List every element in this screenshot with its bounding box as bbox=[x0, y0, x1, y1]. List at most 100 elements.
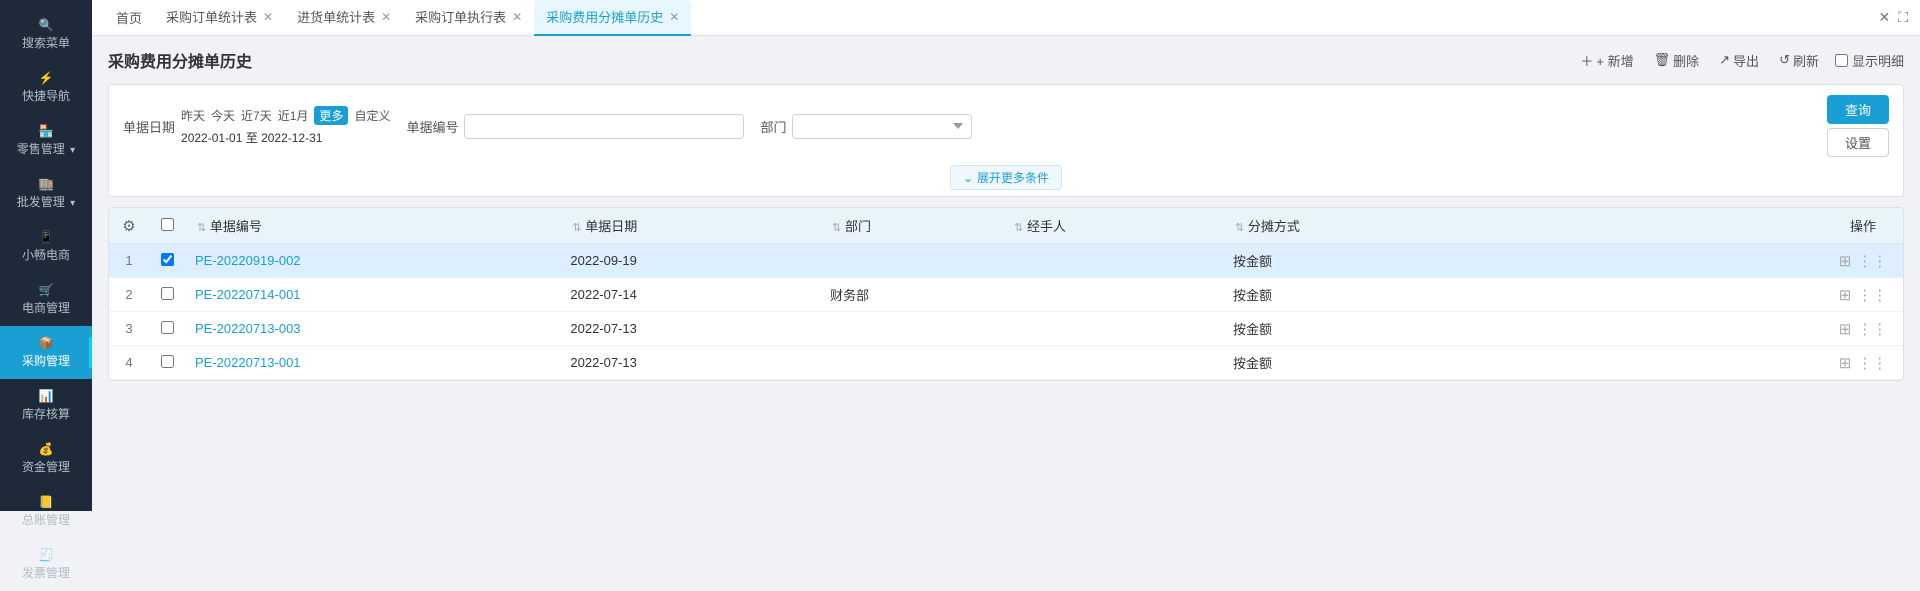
table-header-gear: ⚙ bbox=[109, 208, 149, 244]
date-yesterday[interactable]: 昨天 bbox=[181, 107, 205, 124]
tab-close-icon[interactable]: ✕ bbox=[669, 11, 679, 23]
table-header-row: ⚙ ⇅ 单据编号 ⇅ 单据日期 bbox=[109, 208, 1903, 244]
sidebar-item-finance[interactable]: 💰 资金管理 bbox=[0, 432, 92, 485]
row-split-method: 按金额 bbox=[1223, 244, 1823, 278]
gear-icon[interactable]: ⚙ bbox=[122, 218, 135, 235]
sidebar-item-ledger[interactable]: 📒 总账管理 bbox=[0, 485, 92, 538]
retail-icon: 🏪 bbox=[4, 124, 88, 138]
sidebar-item-inventory[interactable]: 📊 库存核算 bbox=[0, 379, 92, 432]
row-doc-no: PE-20220919-002 bbox=[185, 244, 560, 278]
tab-purchase-fee-split[interactable]: 采购费用分摊单历史 ✕ bbox=[534, 0, 691, 36]
inventory-icon: 📊 bbox=[4, 389, 88, 403]
sidebar-item-retail[interactable]: 🏪 零售管理 ▾ bbox=[0, 114, 92, 167]
search-button[interactable]: 查询 bbox=[1827, 95, 1889, 124]
tab-inbound-stats[interactable]: 进货单统计表 ✕ bbox=[285, 0, 403, 36]
search-row: 单据日期 昨天 今天 近7天 近1月 更多 自定义 2022-01-01 至 2… bbox=[123, 95, 1889, 157]
tab-purchase-order-stats[interactable]: 采购订单统计表 ✕ bbox=[154, 0, 285, 36]
sidebar-item-purchase[interactable]: 📦 采购管理 bbox=[0, 326, 92, 379]
row-doc-date: 2022-09-19 bbox=[560, 244, 820, 278]
date-shortcuts: 昨天 今天 近7天 近1月 更多 自定义 bbox=[181, 106, 390, 125]
doc-no-link[interactable]: PE-20220714-001 bbox=[195, 287, 301, 302]
row-checkbox[interactable] bbox=[161, 321, 174, 334]
tab-purchase-order-exec[interactable]: 采购订单执行表 ✕ bbox=[403, 0, 534, 36]
edit-icon[interactable]: ⊞ bbox=[1839, 252, 1852, 270]
table-row: 4 PE-20220713-001 2022-07-13 按金额 ⊞ ⋮⋮ bbox=[109, 346, 1903, 380]
row-checkbox[interactable] bbox=[161, 287, 174, 300]
expand-more-button[interactable]: ⌄ 展开更多条件 bbox=[950, 165, 1062, 190]
refresh-button[interactable]: ↺ 刷新 bbox=[1775, 49, 1823, 72]
show-columns-toggle[interactable]: 显示明细 bbox=[1835, 51, 1904, 70]
sidebar-item-ecommerce[interactable]: 🛒 电商管理 bbox=[0, 273, 92, 326]
page-container: 采购费用分摊单历史 ＋ + 新增 🗑 删除 ↗ 导出 ↺ 刷新 bbox=[92, 36, 1920, 511]
table-header-actions: 操作 bbox=[1823, 208, 1903, 244]
purchase-icon: 📦 bbox=[4, 336, 88, 350]
more-icon[interactable]: ⋮⋮ bbox=[1857, 354, 1887, 372]
settings-button[interactable]: 设置 bbox=[1827, 128, 1889, 157]
quicknav-icon: ⚡ bbox=[4, 71, 88, 85]
more-icon[interactable]: ⋮⋮ bbox=[1857, 320, 1887, 338]
row-handler bbox=[1002, 244, 1223, 278]
sidebar-item-wholesale[interactable]: 🏬 批发管理 ▾ bbox=[0, 167, 92, 220]
row-doc-no: PE-20220713-003 bbox=[185, 312, 560, 346]
show-columns-checkbox[interactable] bbox=[1835, 54, 1848, 67]
tab-home[interactable]: 首页 bbox=[104, 8, 154, 27]
sidebar-item-invoice[interactable]: 🧾 发票管理 bbox=[0, 538, 92, 591]
row-check[interactable] bbox=[149, 312, 185, 346]
sort-icon: ⇅ bbox=[1014, 222, 1023, 234]
doc-no-link[interactable]: PE-20220713-003 bbox=[195, 321, 301, 336]
close-all-icon[interactable]: ✕ bbox=[1878, 9, 1890, 26]
sidebar: 🔍 搜索菜单 ⚡ 快捷导航 🏪 零售管理 ▾ 🏬 批发管理 ▾ 📱 小畅电商 🛒… bbox=[0, 0, 92, 511]
row-checkbox[interactable] bbox=[161, 253, 174, 266]
date-range-area: 昨天 今天 近7天 近1月 更多 自定义 2022-01-01 至 2022-1… bbox=[181, 106, 390, 146]
row-checkbox[interactable] bbox=[161, 355, 174, 368]
doc-no-input[interactable] bbox=[464, 114, 744, 139]
add-button[interactable]: ＋ + 新增 bbox=[1576, 49, 1637, 72]
row-dept bbox=[820, 312, 1002, 346]
tab-close-icon[interactable]: ✕ bbox=[263, 11, 273, 23]
edit-icon[interactable]: ⊞ bbox=[1839, 286, 1852, 304]
row-dept: 财务部 bbox=[820, 278, 1002, 312]
date-1month[interactable]: 近1月 bbox=[278, 107, 309, 124]
date-custom[interactable]: 自定义 bbox=[354, 107, 390, 124]
date-field: 单据日期 昨天 今天 近7天 近1月 更多 自定义 2022-01-01 至 2… bbox=[123, 106, 390, 146]
refresh-icon: ↺ bbox=[1779, 52, 1790, 68]
doc-no-link[interactable]: PE-20220919-002 bbox=[195, 253, 301, 268]
date-today[interactable]: 今天 bbox=[211, 107, 235, 124]
row-split-method: 按金额 bbox=[1223, 312, 1823, 346]
maximize-icon[interactable]: ⛶ bbox=[1898, 9, 1908, 26]
sidebar-item-quicknav[interactable]: ⚡ 快捷导航 bbox=[0, 61, 92, 114]
row-split-method: 按金额 bbox=[1223, 278, 1823, 312]
miniapp-icon: 📱 bbox=[4, 230, 88, 244]
dept-select[interactable]: 财务部 bbox=[792, 114, 972, 139]
row-doc-date: 2022-07-14 bbox=[560, 278, 820, 312]
select-all-checkbox[interactable] bbox=[161, 218, 174, 231]
date-7days[interactable]: 近7天 bbox=[241, 107, 272, 124]
more-icon[interactable]: ⋮⋮ bbox=[1857, 286, 1887, 304]
delete-button[interactable]: 🗑 删除 bbox=[1650, 49, 1704, 72]
row-check[interactable] bbox=[149, 244, 185, 278]
invoice-icon: 🧾 bbox=[4, 548, 88, 562]
row-doc-date: 2022-07-13 bbox=[560, 346, 820, 380]
page-title: 采购费用分摊单历史 bbox=[108, 48, 252, 72]
doc-no-link[interactable]: PE-20220713-001 bbox=[195, 355, 301, 370]
row-check[interactable] bbox=[149, 278, 185, 312]
export-icon: ↗ bbox=[1719, 52, 1730, 68]
sort-icon: ⇅ bbox=[1235, 222, 1244, 234]
edit-icon[interactable]: ⊞ bbox=[1839, 354, 1852, 372]
table-header-handler: ⇅ 经手人 bbox=[1002, 208, 1223, 244]
sidebar-item-miniapp[interactable]: 📱 小畅电商 bbox=[0, 220, 92, 273]
search-icon: 🔍 bbox=[4, 18, 88, 32]
row-seq: 4 bbox=[109, 346, 149, 380]
export-button[interactable]: ↗ 导出 bbox=[1715, 49, 1763, 72]
tab-close-icon[interactable]: ✕ bbox=[381, 11, 391, 23]
table-header-doc-no: ⇅ 单据编号 bbox=[185, 208, 560, 244]
date-more[interactable]: 更多 bbox=[314, 106, 348, 125]
tab-close-icon[interactable]: ✕ bbox=[512, 11, 522, 23]
sidebar-item-search[interactable]: 🔍 搜索菜单 bbox=[0, 8, 92, 61]
table-row: 3 PE-20220713-003 2022-07-13 按金额 ⊞ ⋮⋮ bbox=[109, 312, 1903, 346]
more-icon[interactable]: ⋮⋮ bbox=[1857, 252, 1887, 270]
row-actions: ⊞ ⋮⋮ bbox=[1823, 278, 1903, 312]
sort-icon: ⇅ bbox=[572, 222, 581, 234]
edit-icon[interactable]: ⊞ bbox=[1839, 320, 1852, 338]
row-check[interactable] bbox=[149, 346, 185, 380]
